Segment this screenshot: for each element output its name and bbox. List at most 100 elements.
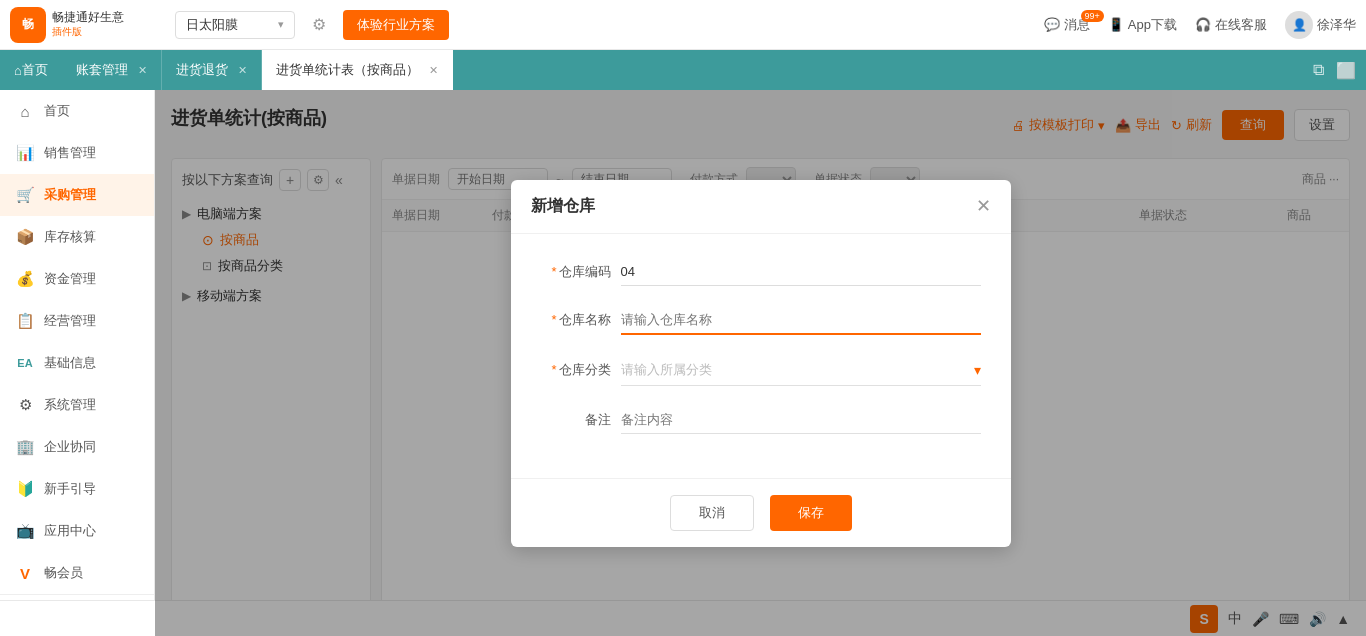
inventory-icon: 📦 xyxy=(16,228,34,246)
top-right-area: 💬 消息 99+ 📱 App下载 🎧 在线客服 👤 徐泽华 xyxy=(1044,11,1356,39)
guide-icon: 🔰 xyxy=(16,480,34,498)
sidebar-label-guide: 新手引导 xyxy=(44,480,96,498)
sidebar-label-inventory: 库存核算 xyxy=(44,228,96,246)
sidebar-item-system[interactable]: ⚙ 系统管理 xyxy=(0,384,154,426)
app-download-label: App下载 xyxy=(1128,16,1177,34)
sidebar-label-sales: 销售管理 xyxy=(44,144,96,162)
tab-purchase-stats-close[interactable]: ✕ xyxy=(429,64,438,77)
category-label: *仓库分类 xyxy=(541,361,611,379)
sidebar-label-home: 首页 xyxy=(44,102,70,120)
enterprise-icon: 🏢 xyxy=(16,438,34,456)
category-placeholder-text: 请输入所属分类 xyxy=(621,361,974,379)
tab-expand-icon[interactable]: ⬜ xyxy=(1332,59,1360,82)
trial-button[interactable]: 体验行业方案 xyxy=(343,10,449,40)
sidebar-label-basic-info: 基础信息 xyxy=(44,354,96,372)
purchase-icon: 🛒 xyxy=(16,186,34,204)
message-badge: 99+ xyxy=(1081,10,1104,22)
sidebar-label-finance: 资金管理 xyxy=(44,270,96,288)
store-selector[interactable]: 日太阳膜 ▾ xyxy=(175,11,295,39)
code-label: *仓库编码 xyxy=(541,263,611,281)
tab-purchase-return-label: 进货退货 xyxy=(176,61,228,79)
sidebar-item-basic-info[interactable]: EA 基础信息 xyxy=(0,342,154,384)
required-star-name: * xyxy=(551,312,556,327)
form-row-name: *仓库名称 xyxy=(541,306,981,335)
vip-icon: V xyxy=(16,565,34,582)
logo-area: 畅 畅捷通好生意 插件版 xyxy=(10,7,165,43)
basic-info-icon: EA xyxy=(16,357,34,369)
sidebar-label-apps: 应用中心 xyxy=(44,522,96,540)
avatar: 👤 xyxy=(1285,11,1313,39)
required-star-code: * xyxy=(551,264,556,279)
sidebar-item-apps[interactable]: 📺 应用中心 xyxy=(0,510,154,552)
sidebar-item-guide[interactable]: 🔰 新手引导 xyxy=(0,468,154,510)
tab-home[interactable]: ⌂ 首页 xyxy=(0,50,62,90)
modal-footer: 取消 保存 xyxy=(511,478,1011,547)
cancel-button[interactable]: 取消 xyxy=(670,495,754,531)
tab-bar: ⌂ 首页 账套管理 ✕ 进货退货 ✕ 进货单统计表（按商品） ✕ ⧉ ⬜ xyxy=(0,50,1366,90)
settings-icon[interactable]: ⚙ xyxy=(303,9,335,41)
logo-badge: 插件版 xyxy=(52,25,124,39)
form-row-category: *仓库分类 请输入所属分类 ▾ xyxy=(541,355,981,386)
remark-label: 备注 xyxy=(541,411,611,429)
tab-accounts-close[interactable]: ✕ xyxy=(138,64,147,77)
modal-title: 新增仓库 xyxy=(531,196,595,217)
sidebar: ⌂ 首页 📊 销售管理 🛒 采购管理 📦 库存核算 💰 资金管理 📋 经营管理 … xyxy=(0,90,155,636)
phone-icon: 📱 xyxy=(1108,17,1124,32)
top-bar: 畅 畅捷通好生意 插件版 日太阳膜 ▾ ⚙ 体验行业方案 💬 消息 99+ 📱 … xyxy=(0,0,1366,50)
message-icon: 💬 xyxy=(1044,17,1060,32)
chevron-down-icon: ▾ xyxy=(278,18,284,31)
system-icon: ⚙ xyxy=(16,396,34,414)
warehouse-category-select[interactable]: 请输入所属分类 ▾ xyxy=(621,355,981,386)
sidebar-item-inventory[interactable]: 📦 库存核算 xyxy=(0,216,154,258)
tab-purchase-stats[interactable]: 进货单统计表（按商品） ✕ xyxy=(262,50,453,90)
tab-restore-icon[interactable]: ⧉ xyxy=(1309,59,1328,81)
sidebar-label-purchase: 采购管理 xyxy=(44,186,96,204)
modal-header: 新增仓库 ✕ xyxy=(511,180,1011,234)
tab-accounts-label: 账套管理 xyxy=(76,61,128,79)
sidebar-label-operations: 经营管理 xyxy=(44,312,96,330)
online-service-label: 在线客服 xyxy=(1215,16,1267,34)
warehouse-code-input[interactable] xyxy=(621,258,981,286)
main-content: 进货单统计(按商品) 🖨 按模板打印 ▾ 📤 导出 ↻ 刷新 查询 设置 xyxy=(155,90,1366,636)
tab-accounts[interactable]: 账套管理 ✕ xyxy=(62,50,162,90)
sidebar-item-purchase[interactable]: 🛒 采购管理 xyxy=(0,174,154,216)
sidebar-item-finance[interactable]: 💰 资金管理 xyxy=(0,258,154,300)
app-logo: 畅 xyxy=(10,7,46,43)
sidebar-item-operations[interactable]: 📋 经营管理 xyxy=(0,300,154,342)
modal-overlay: 新增仓库 ✕ *仓库编码 *仓库名称 xyxy=(155,90,1366,636)
sidebar-label-enterprise: 企业协同 xyxy=(44,438,96,456)
apps-icon: 📺 xyxy=(16,522,34,540)
save-button[interactable]: 保存 xyxy=(770,495,852,531)
form-row-code: *仓库编码 xyxy=(541,258,981,286)
main-layout: ⌂ 首页 📊 销售管理 🛒 采购管理 📦 库存核算 💰 资金管理 📋 经营管理 … xyxy=(0,90,1366,636)
tab-purchase-stats-label: 进货单统计表（按商品） xyxy=(276,61,419,79)
tab-purchase-return-close[interactable]: ✕ xyxy=(238,64,247,77)
sidebar-item-sales[interactable]: 📊 销售管理 xyxy=(0,132,154,174)
tab-end-buttons: ⧉ ⬜ xyxy=(1309,59,1366,82)
sidebar-label-system: 系统管理 xyxy=(44,396,96,414)
message-item[interactable]: 💬 消息 99+ xyxy=(1044,16,1090,34)
app-download-item[interactable]: 📱 App下载 xyxy=(1108,16,1177,34)
user-item[interactable]: 👤 徐泽华 xyxy=(1285,11,1356,39)
sales-icon: 📊 xyxy=(16,144,34,162)
online-service-item[interactable]: 🎧 在线客服 xyxy=(1195,16,1267,34)
user-name: 徐泽华 xyxy=(1317,16,1356,34)
home-icon: ⌂ xyxy=(16,103,34,120)
tab-purchase-return[interactable]: 进货退货 ✕ xyxy=(162,50,262,90)
sidebar-item-enterprise[interactable]: 🏢 企业协同 xyxy=(0,426,154,468)
operations-icon: 📋 xyxy=(16,312,34,330)
sidebar-item-home[interactable]: ⌂ 首页 xyxy=(0,90,154,132)
store-name: 日太阳膜 xyxy=(186,16,272,34)
logo-text: 畅捷通好生意 xyxy=(52,10,124,26)
sidebar-label-vip: 畅会员 xyxy=(44,564,83,582)
modal-close-button[interactable]: ✕ xyxy=(976,197,991,215)
headset-icon: 🎧 xyxy=(1195,17,1211,32)
modal-new-warehouse: 新增仓库 ✕ *仓库编码 *仓库名称 xyxy=(511,180,1011,547)
sidebar-item-vip[interactable]: V 畅会员 xyxy=(0,552,154,594)
required-star-category: * xyxy=(551,362,556,377)
finance-icon: 💰 xyxy=(16,270,34,288)
category-dropdown-icon: ▾ xyxy=(974,362,981,378)
form-row-remark: 备注 xyxy=(541,406,981,434)
warehouse-name-input[interactable] xyxy=(621,306,981,335)
warehouse-remark-input[interactable] xyxy=(621,406,981,434)
